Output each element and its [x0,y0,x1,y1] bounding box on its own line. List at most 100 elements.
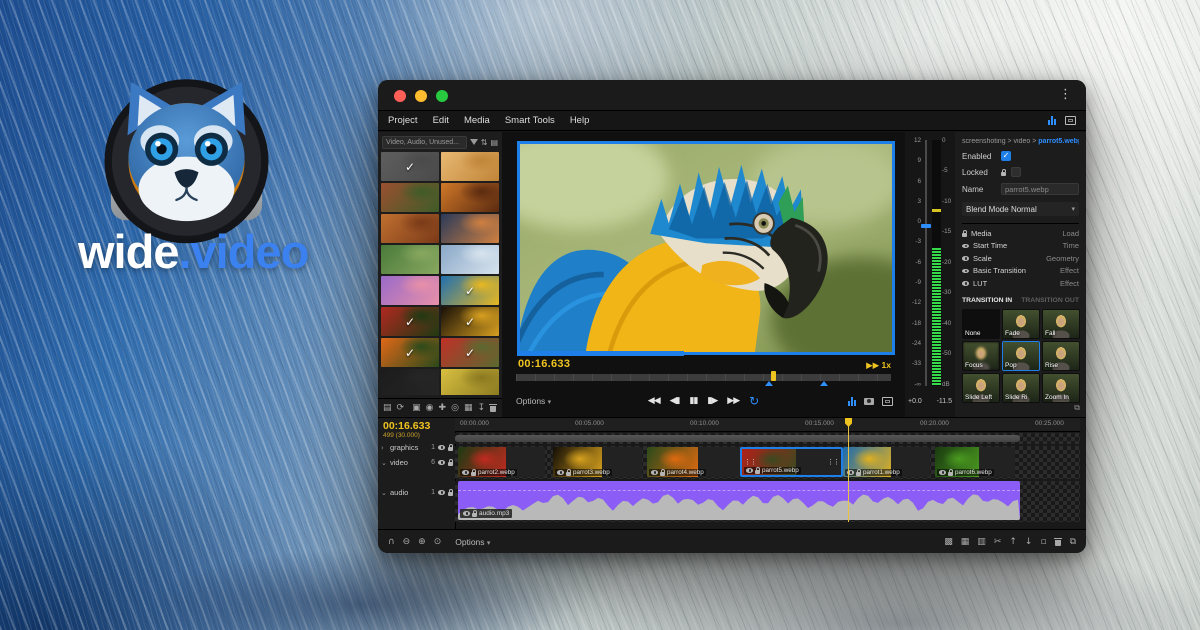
snapshot-icon[interactable] [864,398,874,405]
transition-slide-left[interactable]: Slide Left [962,373,1000,403]
track-header-video[interactable]: ⌄video 6 [381,458,453,467]
audio-clip[interactable]: audio.mp3 [458,481,1020,520]
zoom-out-icon[interactable]: ⊖ [403,537,411,547]
pause-button[interactable]: ▮▮ [690,396,698,406]
name-input[interactable] [1001,183,1079,195]
zoom-in-icon[interactable]: ⊕ [418,537,426,547]
media-thumb-yellow-field[interactable] [441,369,499,395]
property-row-basic-transition[interactable]: Basic TransitionEffect [962,265,1079,278]
move-down-icon[interactable]: ↓ [1025,537,1033,547]
webcam-icon[interactable]: ◉ [426,403,434,413]
media-thumb-antelope-canyon[interactable] [441,183,499,212]
media-thumb-lavender-sunset[interactable] [381,276,439,305]
property-row-lut[interactable]: LUTEffect [962,277,1079,290]
transition-rise[interactable]: Rise [1042,341,1080,371]
close-window-button[interactable] [394,90,406,102]
step-forward-button[interactable]: ▮▶ [707,396,717,406]
magnet-icon[interactable]: ∩ [388,537,395,547]
eye-icon[interactable] [438,460,445,465]
trash-icon[interactable] [1055,538,1062,546]
transition-focus[interactable]: Focus [962,341,1000,371]
lock-icon[interactable] [448,492,453,496]
clip-parrot4[interactable]: parrot4.webp [647,447,740,477]
media-thumb-red-macaw-green[interactable]: ✓ [381,307,439,336]
import-icon[interactable]: ↧ [477,403,485,413]
clip-parrot3[interactable]: parrot3.webp [553,447,642,477]
scrubber-playhead[interactable] [771,371,776,381]
transition-none[interactable]: None [962,309,1000,339]
transition-zoom-in[interactable]: Zoom In [1042,373,1080,403]
eye-icon[interactable] [746,468,753,473]
eye-icon[interactable] [462,470,469,475]
audio-monitor-icon[interactable] [848,397,856,406]
properties-icon[interactable]: ▫ [1040,537,1046,547]
transition-fall[interactable]: Fall [1042,309,1080,339]
menu-edit[interactable]: Edit [433,115,449,126]
lock-icon[interactable] [755,470,760,474]
clip-parrot1[interactable]: parrot1.webp [843,447,930,477]
in-point-marker[interactable] [765,381,773,386]
media-thumb-blue-yellow-macaw[interactable]: ✓ [441,276,499,305]
lock-icon[interactable] [948,472,953,476]
eye-icon[interactable] [463,511,470,516]
camera-icon[interactable]: ▣ [412,403,421,413]
list-view-icon[interactable]: ▤ [383,403,392,413]
media-thumb-red-macaw-closeup[interactable]: ✓ [441,338,499,367]
minimize-window-button[interactable] [415,90,427,102]
transition-pop[interactable]: Pop [1002,341,1040,371]
menu-smart-tools[interactable]: Smart Tools [505,115,555,126]
media-thumb-dark-clip[interactable] [381,369,439,395]
property-row-media[interactable]: MediaLoad [962,227,1079,240]
lock-icon[interactable] [448,447,453,451]
media-thumb-canyon-arches[interactable] [381,214,439,243]
media-thumb-gray-placeholder[interactable]: ✓ [381,152,439,181]
lock-icon[interactable] [471,472,476,476]
add-media-icon[interactable]: ✚ [439,403,447,413]
timeline-ruler[interactable]: 00:00.00000:05.00000:10.00000:15.00000:2… [455,418,1080,432]
property-row-start-time[interactable]: Start TimeTime [962,240,1079,253]
eye-icon[interactable] [438,490,445,495]
preview-canvas[interactable] [517,141,895,355]
eye-icon[interactable] [651,470,658,475]
gain-slider[interactable] [925,140,927,386]
clipboard-icon[interactable]: ▥ [977,537,986,547]
filter-icon[interactable] [470,139,478,145]
preview-scrubber[interactable] [516,374,891,381]
tab-transition-out[interactable]: TRANSITION OUT [1021,297,1079,304]
eye-icon[interactable] [557,470,564,475]
expand-panel-icon[interactable]: ⧉ [1074,403,1080,413]
lock-icon[interactable] [660,472,665,476]
film-icon[interactable]: ▦ [464,403,473,413]
property-row-scale[interactable]: ScaleGeometry [962,252,1079,265]
zoom-fit-icon[interactable]: ⊙ [434,537,442,547]
crop-handle[interactable] [517,351,684,356]
popout-icon[interactable] [882,397,893,406]
skip-start-button[interactable]: ◀◀ [648,396,660,406]
clip-trim-handle-left[interactable]: ⋮⋮ [744,459,756,465]
track-header-audio[interactable]: ⌄audio 1 [381,488,453,497]
lock-icon[interactable] [448,462,453,466]
media-thumb-rainbow-lorikeets[interactable]: ✓ [381,338,439,367]
blend-mode-select[interactable]: Blend Mode Normal ▾ [962,202,1079,216]
eye-icon[interactable] [939,470,946,475]
fullscreen-icon[interactable] [1065,116,1076,125]
clip-parrot6[interactable]: parrot6.webp [935,447,1015,477]
menu-media[interactable]: Media [464,115,490,126]
sync-icon[interactable]: ⟳ [397,403,405,413]
step-back-button[interactable]: ◀▮ [670,396,680,406]
add-folder-icon[interactable]: ▩ [944,537,953,547]
film-icon[interactable]: ▦ [961,537,970,547]
media-thumb-stone-cairn-peaks[interactable] [441,245,499,274]
locked-checkbox[interactable] [1011,167,1021,177]
media-thumb-flying-macaw-dark[interactable]: ✓ [441,307,499,336]
sort-icon[interactable]: ⇅ [481,138,488,147]
lock-icon[interactable] [472,513,477,517]
clip-trim-handle-right[interactable]: ⋮⋮ [827,459,839,465]
preview-options-dropdown[interactable]: Options ▾ [516,396,551,406]
tab-transition-in[interactable]: TRANSITION IN [962,297,1012,304]
window-menu-icon[interactable]: ⋮ [1059,87,1072,102]
move-up-icon[interactable]: ↑ [1009,537,1017,547]
loop-button[interactable]: ↻ [749,394,759,408]
audio-monitor-icon[interactable] [1048,116,1056,125]
graphics-clip[interactable] [455,435,1020,442]
